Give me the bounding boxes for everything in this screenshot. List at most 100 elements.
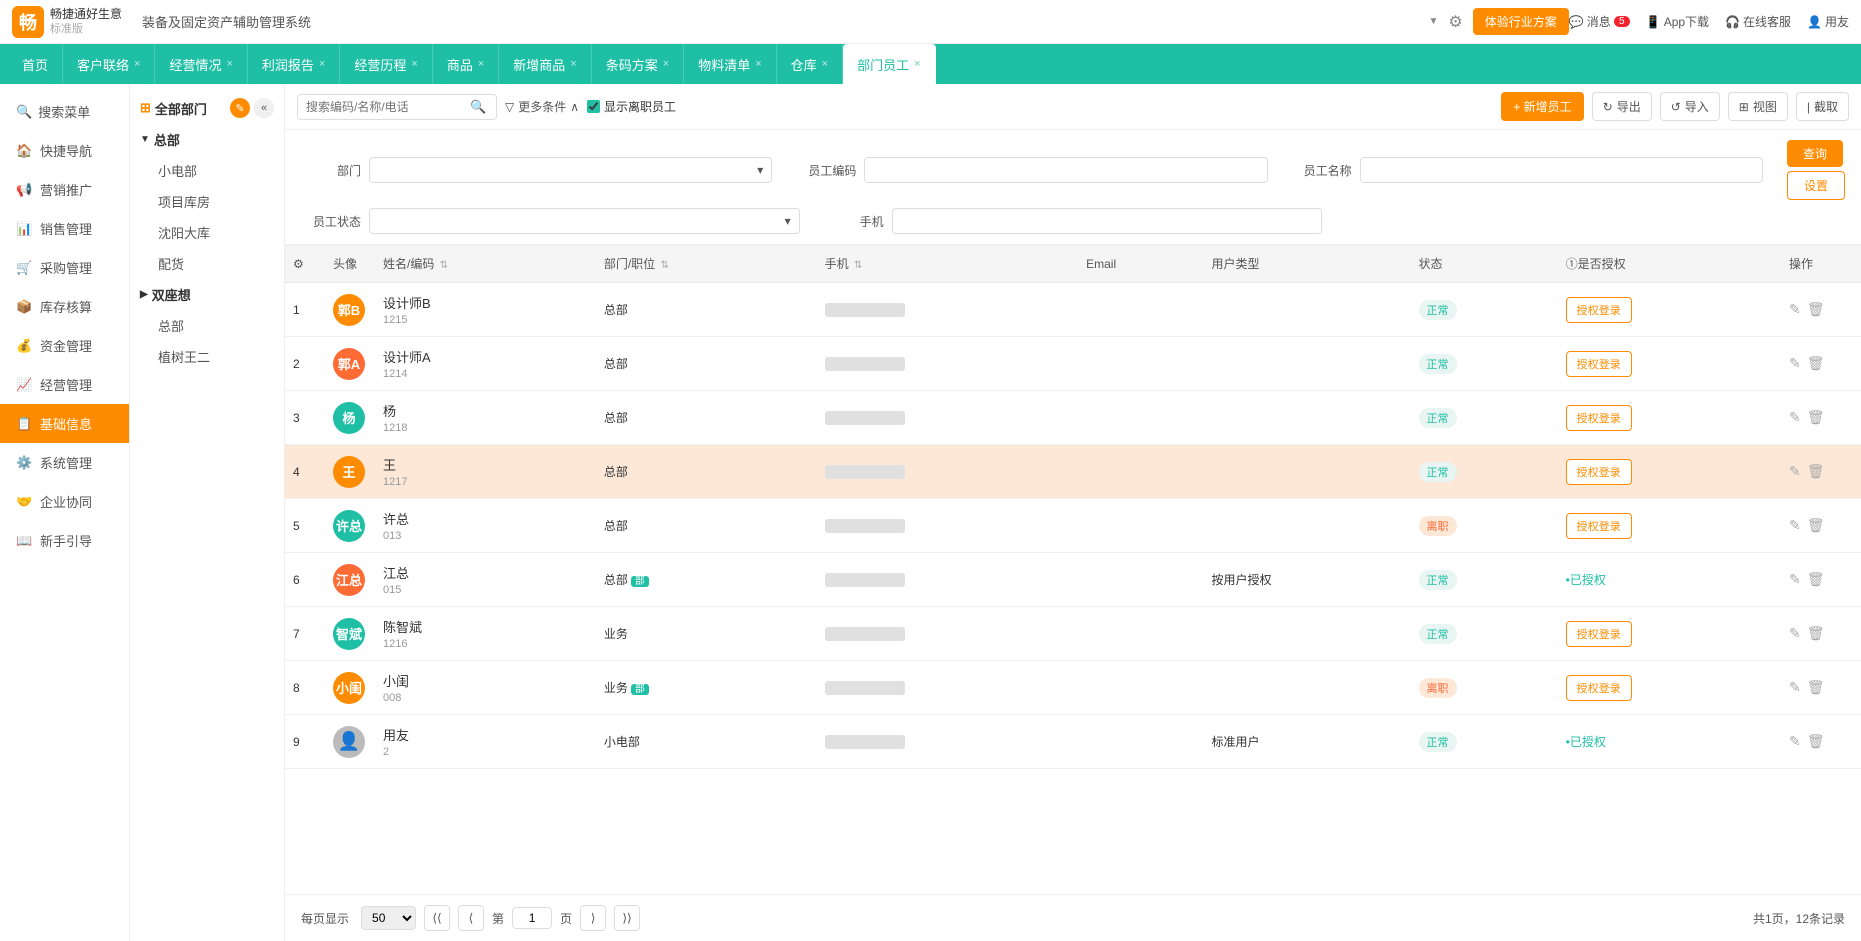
edit-icon[interactable]: ✎ bbox=[1789, 355, 1801, 372]
phone-input[interactable] bbox=[892, 208, 1323, 234]
nav-tab-条码方案[interactable]: 条码方案× bbox=[592, 44, 684, 84]
trial-button[interactable]: 体验行业方案 bbox=[1473, 8, 1569, 35]
dept-child-项目库房[interactable]: 项目库房 bbox=[130, 186, 284, 217]
delete-icon[interactable]: 🗑 bbox=[1807, 301, 1825, 318]
settings-icon[interactable]: ⚙ bbox=[1448, 12, 1462, 32]
query-btn[interactable]: 查询 bbox=[1787, 140, 1843, 167]
dept-collapse-icon[interactable]: « bbox=[254, 98, 274, 118]
nav-tab-首页[interactable]: 首页 bbox=[8, 44, 63, 84]
col-phone[interactable]: 手机 ⇅ bbox=[817, 245, 1079, 283]
tab-close-icon[interactable]: × bbox=[226, 58, 232, 70]
add-employee-btn[interactable]: + 新增员工 bbox=[1501, 92, 1583, 121]
more-btn[interactable]: | 截取 bbox=[1796, 92, 1849, 121]
import-btn[interactable]: ↺ 导入 bbox=[1660, 92, 1720, 121]
delete-icon[interactable]: 🗑 bbox=[1807, 625, 1825, 642]
setup-btn[interactable]: 设置 bbox=[1787, 171, 1845, 200]
tab-close-icon[interactable]: × bbox=[319, 58, 325, 70]
page-size-select[interactable]: 50 20 100 bbox=[361, 906, 416, 930]
delete-icon[interactable]: 🗑 bbox=[1807, 733, 1825, 750]
nav-tab-物料清单[interactable]: 物料清单× bbox=[684, 44, 776, 84]
tab-close-icon[interactable]: × bbox=[134, 58, 140, 70]
sidebar-item-快捷导航[interactable]: 🏠快捷导航 bbox=[0, 131, 129, 170]
sidebar-item-新手引导[interactable]: 📖新手引导 bbox=[0, 521, 129, 560]
edit-icon[interactable]: ✎ bbox=[1789, 733, 1801, 750]
sidebar-item-库存核算[interactable]: 📦库存核算 bbox=[0, 287, 129, 326]
page-input[interactable] bbox=[512, 907, 552, 929]
dept-child-配货[interactable]: 配货 bbox=[130, 248, 284, 279]
tab-close-icon[interactable]: × bbox=[663, 58, 669, 70]
edit-icon[interactable]: ✎ bbox=[1789, 517, 1801, 534]
tab-close-icon[interactable]: × bbox=[822, 58, 828, 70]
sidebar-item-营销推广[interactable]: 📢营销推广 bbox=[0, 170, 129, 209]
sidebar-item-系统管理[interactable]: ⚙️系统管理 bbox=[0, 443, 129, 482]
sidebar-item-经营管理[interactable]: 📈经营管理 bbox=[0, 365, 129, 404]
sidebar-item-采购管理[interactable]: 🛒采购管理 bbox=[0, 248, 129, 287]
sidebar-item-资金管理[interactable]: 💰资金管理 bbox=[0, 326, 129, 365]
auth-login-btn[interactable]: 授权登录 bbox=[1566, 405, 1632, 431]
online-service-btn[interactable]: 🎧 在线客服 bbox=[1725, 13, 1791, 30]
nav-tab-仓库[interactable]: 仓库× bbox=[777, 44, 843, 84]
dept-child-总部[interactable]: 总部 bbox=[130, 310, 284, 341]
nav-tab-经营历程[interactable]: 经营历程× bbox=[340, 44, 432, 84]
sidebar-item-基础信息[interactable]: 📋基础信息 bbox=[0, 404, 129, 443]
edit-icon[interactable]: ✎ bbox=[1789, 463, 1801, 480]
edit-icon[interactable]: ✎ bbox=[1789, 625, 1801, 642]
system-title-dropdown[interactable]: ▼ bbox=[1429, 16, 1439, 27]
tab-close-icon[interactable]: × bbox=[478, 58, 484, 70]
show-resigned-checkbox[interactable]: 显示离职员工 bbox=[587, 98, 676, 115]
dept-child-沈阳大库[interactable]: 沈阳大库 bbox=[130, 217, 284, 248]
dept-child-植树王二[interactable]: 植树王二 bbox=[130, 341, 284, 372]
delete-icon[interactable]: 🗑 bbox=[1807, 463, 1825, 480]
delete-icon[interactable]: 🗑 bbox=[1807, 679, 1825, 696]
message-btn[interactable]: 💬 消息 5 bbox=[1569, 13, 1630, 30]
tab-close-icon[interactable]: × bbox=[411, 58, 417, 70]
edit-icon[interactable]: ✎ bbox=[1789, 409, 1801, 426]
search-input-wrap[interactable]: 🔍 bbox=[297, 94, 497, 120]
dept-parent-双座想[interactable]: ▶双座想 bbox=[130, 279, 284, 310]
auth-login-btn[interactable]: 授权登录 bbox=[1566, 675, 1632, 701]
search-input[interactable] bbox=[306, 100, 466, 114]
delete-icon[interactable]: 🗑 bbox=[1807, 571, 1825, 588]
auth-login-btn[interactable]: 授权登录 bbox=[1566, 351, 1632, 377]
delete-icon[interactable]: 🗑 bbox=[1807, 517, 1825, 534]
edit-icon[interactable]: ✎ bbox=[1789, 679, 1801, 696]
auth-login-btn[interactable]: 授权登录 bbox=[1566, 459, 1632, 485]
auth-login-btn[interactable]: 授权登录 bbox=[1566, 297, 1632, 323]
dept-child-小电部[interactable]: 小电部 bbox=[130, 155, 284, 186]
col-setting[interactable]: ⚙ bbox=[285, 245, 325, 283]
nav-tab-经营情况[interactable]: 经营情况× bbox=[155, 44, 247, 84]
nav-tab-商品[interactable]: 商品× bbox=[433, 44, 499, 84]
app-download-btn[interactable]: 📱 App下载 bbox=[1646, 13, 1709, 30]
emp-name-input[interactable] bbox=[1360, 157, 1763, 183]
emp-code-input[interactable] bbox=[864, 157, 1267, 183]
user-btn[interactable]: 👤 用友 bbox=[1807, 13, 1849, 30]
edit-icon[interactable]: ✎ bbox=[1789, 571, 1801, 588]
emp-status-select[interactable]: ▾ bbox=[369, 208, 800, 234]
nav-tab-利润报告[interactable]: 利润报告× bbox=[248, 44, 340, 84]
col-name[interactable]: 姓名/编码 ⇅ bbox=[375, 245, 596, 283]
delete-icon[interactable]: 🗑 bbox=[1807, 355, 1825, 372]
filter-more-btn[interactable]: ▽ 更多条件 ∧ bbox=[505, 98, 579, 115]
sidebar-search[interactable]: 🔍 搜索菜单 bbox=[0, 92, 129, 131]
sidebar-item-企业协同[interactable]: 🤝企业协同 bbox=[0, 482, 129, 521]
last-page-btn[interactable]: ⟩⟩ bbox=[614, 905, 640, 931]
next-page-btn[interactable]: ⟩ bbox=[580, 905, 606, 931]
tab-close-icon[interactable]: × bbox=[755, 58, 761, 70]
search-submit-icon[interactable]: 🔍 bbox=[470, 99, 486, 115]
show-resigned-input[interactable] bbox=[587, 100, 600, 113]
dept-parent-总部[interactable]: ▼总部 bbox=[130, 124, 284, 155]
view-btn[interactable]: ⊞ 视图 bbox=[1728, 92, 1788, 121]
tab-close-icon[interactable]: × bbox=[570, 58, 576, 70]
nav-tab-新增商品[interactable]: 新增商品× bbox=[499, 44, 591, 84]
first-page-btn[interactable]: ⟨⟨ bbox=[424, 905, 450, 931]
dept-select[interactable]: ▾ bbox=[369, 157, 772, 183]
nav-tab-部门员工[interactable]: 部门员工× bbox=[843, 44, 935, 84]
edit-icon[interactable]: ✎ bbox=[1789, 301, 1801, 318]
dept-edit-icon[interactable]: ✎ bbox=[230, 98, 250, 118]
auth-login-btn[interactable]: 授权登录 bbox=[1566, 513, 1632, 539]
col-dept[interactable]: 部门/职位 ⇅ bbox=[596, 245, 817, 283]
tab-close-icon[interactable]: × bbox=[914, 58, 920, 70]
nav-tab-客户联络[interactable]: 客户联络× bbox=[63, 44, 155, 84]
sidebar-item-销售管理[interactable]: 📊销售管理 bbox=[0, 209, 129, 248]
auth-login-btn[interactable]: 授权登录 bbox=[1566, 621, 1632, 647]
